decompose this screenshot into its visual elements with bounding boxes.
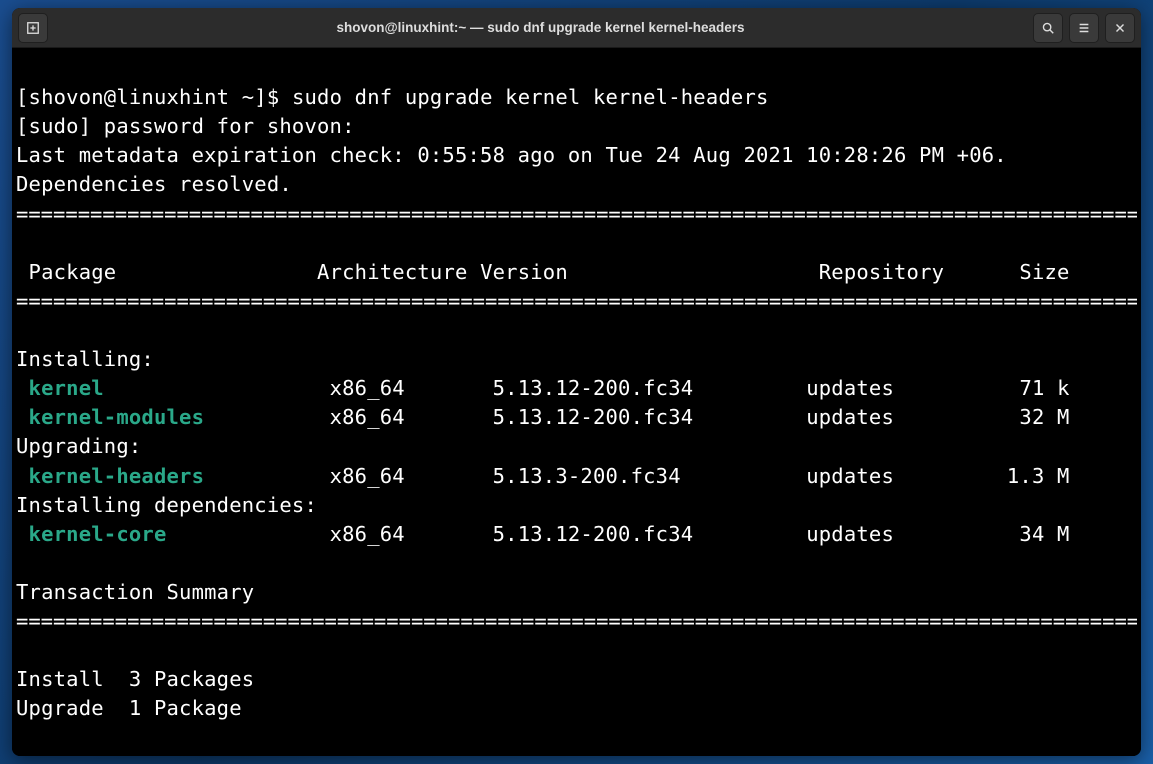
metadata-line: Last metadata expiration check: 0:55:58 … (16, 143, 1007, 167)
divider: ========================================… (16, 607, 1137, 636)
col-size: Size (1019, 260, 1069, 284)
close-button[interactable] (1105, 13, 1135, 43)
search-button[interactable] (1033, 13, 1063, 43)
pkg-arch: x86_64 (330, 464, 405, 488)
summary-title: Transaction Summary (16, 580, 254, 604)
pkg-size: 1.3 M (1007, 464, 1070, 488)
table-row: kernel-core x86_64 5.13.12-200.fc34 upda… (16, 522, 1070, 546)
newtab-icon (26, 21, 40, 35)
section-installing-deps: Installing dependencies: (16, 493, 317, 517)
pkg-version: 5.13.12-200.fc34 (493, 405, 694, 429)
hamburger-icon (1077, 21, 1091, 35)
terminal-body[interactable]: [shovon@linuxhint ~]$ sudo dnf upgrade k… (12, 48, 1141, 756)
deps-resolved-line: Dependencies resolved. (16, 172, 292, 196)
summary-install: Install 3 Packages (16, 667, 254, 691)
titlebar: shovon@linuxhint:~ — sudo dnf upgrade ke… (12, 8, 1141, 48)
table-header: Package Architecture Version Repository … (16, 260, 1070, 284)
col-repo: Repository (819, 260, 944, 284)
prompt-line: [shovon@linuxhint ~]$ sudo dnf upgrade k… (16, 85, 769, 109)
menu-button[interactable] (1069, 13, 1099, 43)
pkg-repo: updates (806, 376, 894, 400)
titlebar-right (1033, 13, 1135, 43)
section-installing: Installing: (16, 347, 154, 371)
sudo-password-line: [sudo] password for shovon: (16, 114, 355, 138)
divider: ========================================… (16, 200, 1137, 229)
pkg-name: kernel-core (29, 522, 167, 546)
summary-upgrade: Upgrade 1 Package (16, 696, 242, 720)
close-icon (1113, 21, 1127, 35)
col-arch: Architecture (317, 260, 468, 284)
table-row: kernel-modules x86_64 5.13.12-200.fc34 u… (16, 405, 1070, 429)
window-title: shovon@linuxhint:~ — sudo dnf upgrade ke… (54, 20, 1027, 35)
table-row: kernel x86_64 5.13.12-200.fc34 updates 7… (16, 376, 1070, 400)
pkg-repo: updates (806, 522, 894, 546)
shell-prompt: [shovon@linuxhint ~]$ (16, 85, 292, 109)
terminal-window: shovon@linuxhint:~ — sudo dnf upgrade ke… (12, 8, 1141, 756)
pkg-name: kernel-modules (29, 405, 205, 429)
pkg-size: 32 M (1007, 405, 1070, 429)
pkg-size: 34 M (1007, 522, 1070, 546)
pkg-version: 5.13.12-200.fc34 (493, 522, 694, 546)
pkg-size: 71 k (1007, 376, 1070, 400)
pkg-repo: updates (806, 464, 894, 488)
table-row: kernel-headers x86_64 5.13.3-200.fc34 up… (16, 464, 1070, 488)
col-version: Version (480, 260, 568, 284)
pkg-arch: x86_64 (330, 522, 405, 546)
section-upgrading: Upgrading: (16, 434, 141, 458)
pkg-repo: updates (806, 405, 894, 429)
download-size: Total download size: 67 M (16, 755, 330, 756)
col-package: Package (16, 260, 116, 284)
pkg-version: 5.13.3-200.fc34 (493, 464, 681, 488)
pkg-arch: x86_64 (330, 405, 405, 429)
pkg-name: kernel-headers (29, 464, 205, 488)
pkg-arch: x86_64 (330, 376, 405, 400)
pkg-version: 5.13.12-200.fc34 (493, 376, 694, 400)
search-icon (1041, 21, 1055, 35)
new-tab-button[interactable] (18, 13, 48, 43)
command-text: sudo dnf upgrade kernel kernel-headers (292, 85, 769, 109)
divider: ========================================… (16, 287, 1137, 316)
pkg-name: kernel (29, 376, 104, 400)
